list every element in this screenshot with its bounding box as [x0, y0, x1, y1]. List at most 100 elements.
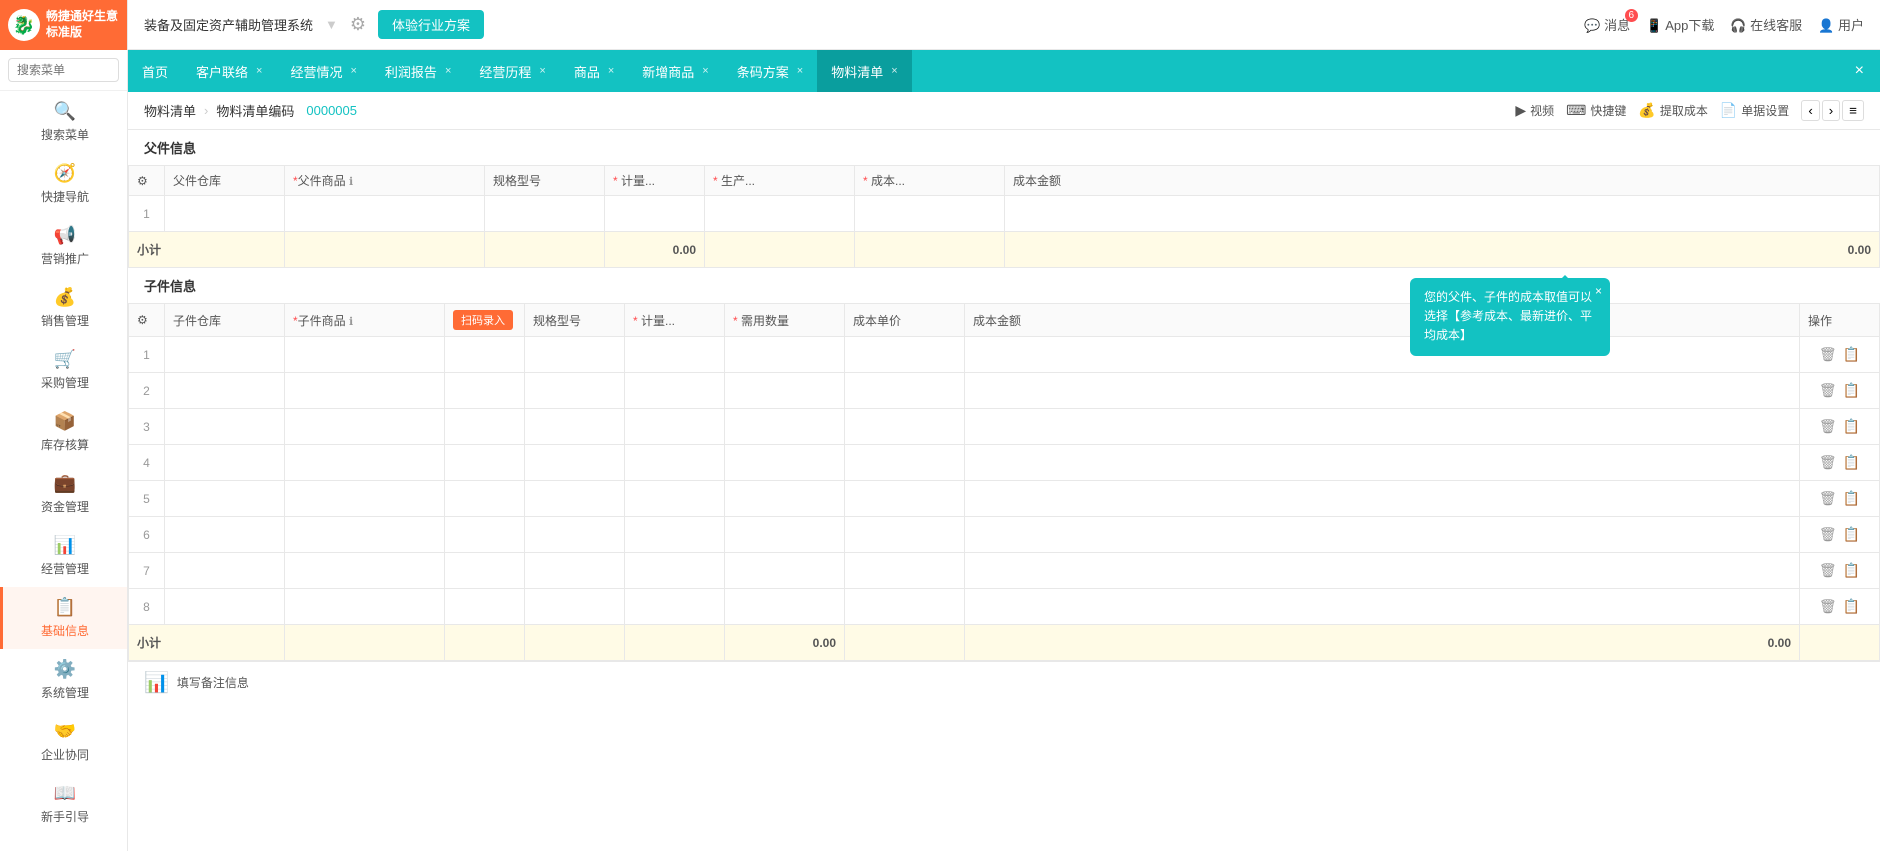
child-warehouse-7[interactable] [165, 553, 285, 589]
child-unit-6[interactable] [625, 517, 725, 553]
child-spec-7[interactable] [525, 553, 625, 589]
child-warehouse-5[interactable] [165, 481, 285, 517]
parent-product-1[interactable] [285, 196, 485, 232]
action-video[interactable]: ▶ 视频 [1515, 102, 1554, 119]
delete-icon-1[interactable]: 🗑 [1819, 346, 1837, 363]
child-spec-6[interactable] [525, 517, 625, 553]
child-warehouse-2[interactable] [165, 373, 285, 409]
close-tab-barcode[interactable]: × [797, 65, 803, 77]
child-spec-4[interactable] [525, 445, 625, 481]
tab-products[interactable]: 商品 × [560, 50, 628, 92]
scan-input-btn[interactable]: 扫码录入 [453, 310, 513, 330]
child-spec-1[interactable] [525, 337, 625, 373]
tab-close-all[interactable]: × [1847, 62, 1880, 80]
child-qty-8[interactable] [725, 589, 845, 625]
child-unit-cost-4[interactable] [845, 445, 965, 481]
child-unit-cost-7[interactable] [845, 553, 965, 589]
child-unit-cost-2[interactable] [845, 373, 965, 409]
child-unit-cost-3[interactable] [845, 409, 965, 445]
child-qty-3[interactable] [725, 409, 845, 445]
child-unit-cost-1[interactable] [845, 337, 965, 373]
child-qty-5[interactable] [725, 481, 845, 517]
delete-icon-3[interactable]: 🗑 [1819, 418, 1837, 435]
dropdown-icon[interactable]: ▼ [325, 17, 338, 32]
tab-history[interactable]: 经营历程 × [465, 50, 559, 92]
message-area[interactable]: 💬 6 消息 [1584, 15, 1630, 34]
copy-icon-1[interactable]: 📋 [1843, 346, 1860, 363]
copy-icon-5[interactable]: 📋 [1843, 490, 1860, 507]
copy-icon-6[interactable]: 📋 [1843, 526, 1860, 543]
parent-spec-1[interactable] [485, 196, 605, 232]
close-tab-profit[interactable]: × [445, 65, 451, 77]
parent-cost-1[interactable] [855, 196, 1005, 232]
child-warehouse-3[interactable] [165, 409, 285, 445]
child-warehouse-8[interactable] [165, 589, 285, 625]
trial-btn[interactable]: 体验行业方案 [378, 10, 484, 39]
child-unit-3[interactable] [625, 409, 725, 445]
sidebar-item-finance[interactable]: 💼 资金管理 [0, 463, 127, 525]
child-qty-4[interactable] [725, 445, 845, 481]
child-spec-3[interactable] [525, 409, 625, 445]
child-spec-2[interactable] [525, 373, 625, 409]
child-qty-1[interactable] [725, 337, 845, 373]
delete-icon-6[interactable]: 🗑 [1819, 526, 1837, 543]
child-product-3[interactable] [285, 409, 445, 445]
child-unit-1[interactable] [625, 337, 725, 373]
action-shortcut[interactable]: ⌨ 快捷键 [1566, 102, 1626, 119]
parent-unit-1[interactable] [605, 196, 705, 232]
sidebar-item-inventory[interactable]: 📦 库存核算 [0, 401, 127, 463]
child-product-2[interactable] [285, 373, 445, 409]
child-product-8[interactable] [285, 589, 445, 625]
copy-icon-8[interactable]: 📋 [1843, 598, 1860, 615]
sidebar-item-marketing[interactable]: 📢 营销推广 [0, 215, 127, 277]
copy-icon-2[interactable]: 📋 [1843, 382, 1860, 399]
close-tab-bom[interactable]: × [891, 65, 897, 77]
copy-icon-3[interactable]: 📋 [1843, 418, 1860, 435]
parent-col-settings[interactable]: ⚙ [129, 166, 165, 196]
sidebar-item-search[interactable]: 🔍 搜索菜单 [0, 91, 127, 153]
child-unit-7[interactable] [625, 553, 725, 589]
copy-icon-4[interactable]: 📋 [1843, 454, 1860, 471]
user-area[interactable]: 👤 用户 [1818, 15, 1864, 34]
tab-home[interactable]: 首页 [128, 50, 182, 92]
child-product-7[interactable] [285, 553, 445, 589]
child-unit-cost-8[interactable] [845, 589, 965, 625]
next-btn[interactable]: › [1822, 100, 1840, 121]
action-extract-cost[interactable]: 💰 提取成本 [1638, 102, 1707, 119]
tab-barcode[interactable]: 条码方案 × [723, 50, 817, 92]
search-input[interactable] [8, 58, 119, 82]
breadcrumb-bom-list[interactable]: 物料清单 [144, 101, 196, 120]
sidebar-item-guide[interactable]: 📖 新手引导 [0, 773, 127, 835]
child-product-4[interactable] [285, 445, 445, 481]
child-product-6[interactable] [285, 517, 445, 553]
sidebar-item-quick-nav[interactable]: 🧭 快捷导航 [0, 153, 127, 215]
delete-icon-7[interactable]: 🗑 [1819, 562, 1837, 579]
settings-icon[interactable]: ⚙ [350, 14, 366, 35]
list-btn[interactable]: ≡ [1842, 100, 1864, 121]
action-doc-settings[interactable]: 📄 单据设置 [1720, 102, 1789, 119]
tab-new-product[interactable]: 新增商品 × [628, 50, 722, 92]
parent-produce-1[interactable] [705, 196, 855, 232]
child-spec-5[interactable] [525, 481, 625, 517]
tab-profit[interactable]: 利润报告 × [371, 50, 465, 92]
sidebar-item-purchase[interactable]: 🛒 采购管理 [0, 339, 127, 401]
close-tab-operations[interactable]: × [350, 65, 356, 77]
child-qty-6[interactable] [725, 517, 845, 553]
tab-operations-status[interactable]: 经营情况 × [276, 50, 370, 92]
child-warehouse-1[interactable] [165, 337, 285, 373]
close-all-icon[interactable]: × [1847, 62, 1872, 79]
online-service[interactable]: 🎧 在线客服 [1730, 15, 1802, 34]
child-product-1[interactable] [285, 337, 445, 373]
parent-warehouse-1[interactable] [165, 196, 285, 232]
prev-btn[interactable]: ‹ [1801, 100, 1819, 121]
sidebar-item-system[interactable]: ⚙️ 系统管理 [0, 649, 127, 711]
close-tab-products[interactable]: × [608, 65, 614, 77]
sidebar-item-operations[interactable]: 📊 经营管理 [0, 525, 127, 587]
sidebar-item-enterprise[interactable]: 🤝 企业协同 [0, 711, 127, 773]
delete-icon-8[interactable]: 🗑 [1819, 598, 1837, 615]
tab-customer[interactable]: 客户联络 × [182, 50, 276, 92]
child-unit-4[interactable] [625, 445, 725, 481]
copy-icon-7[interactable]: 📋 [1843, 562, 1860, 579]
child-unit-cost-6[interactable] [845, 517, 965, 553]
child-warehouse-6[interactable] [165, 517, 285, 553]
